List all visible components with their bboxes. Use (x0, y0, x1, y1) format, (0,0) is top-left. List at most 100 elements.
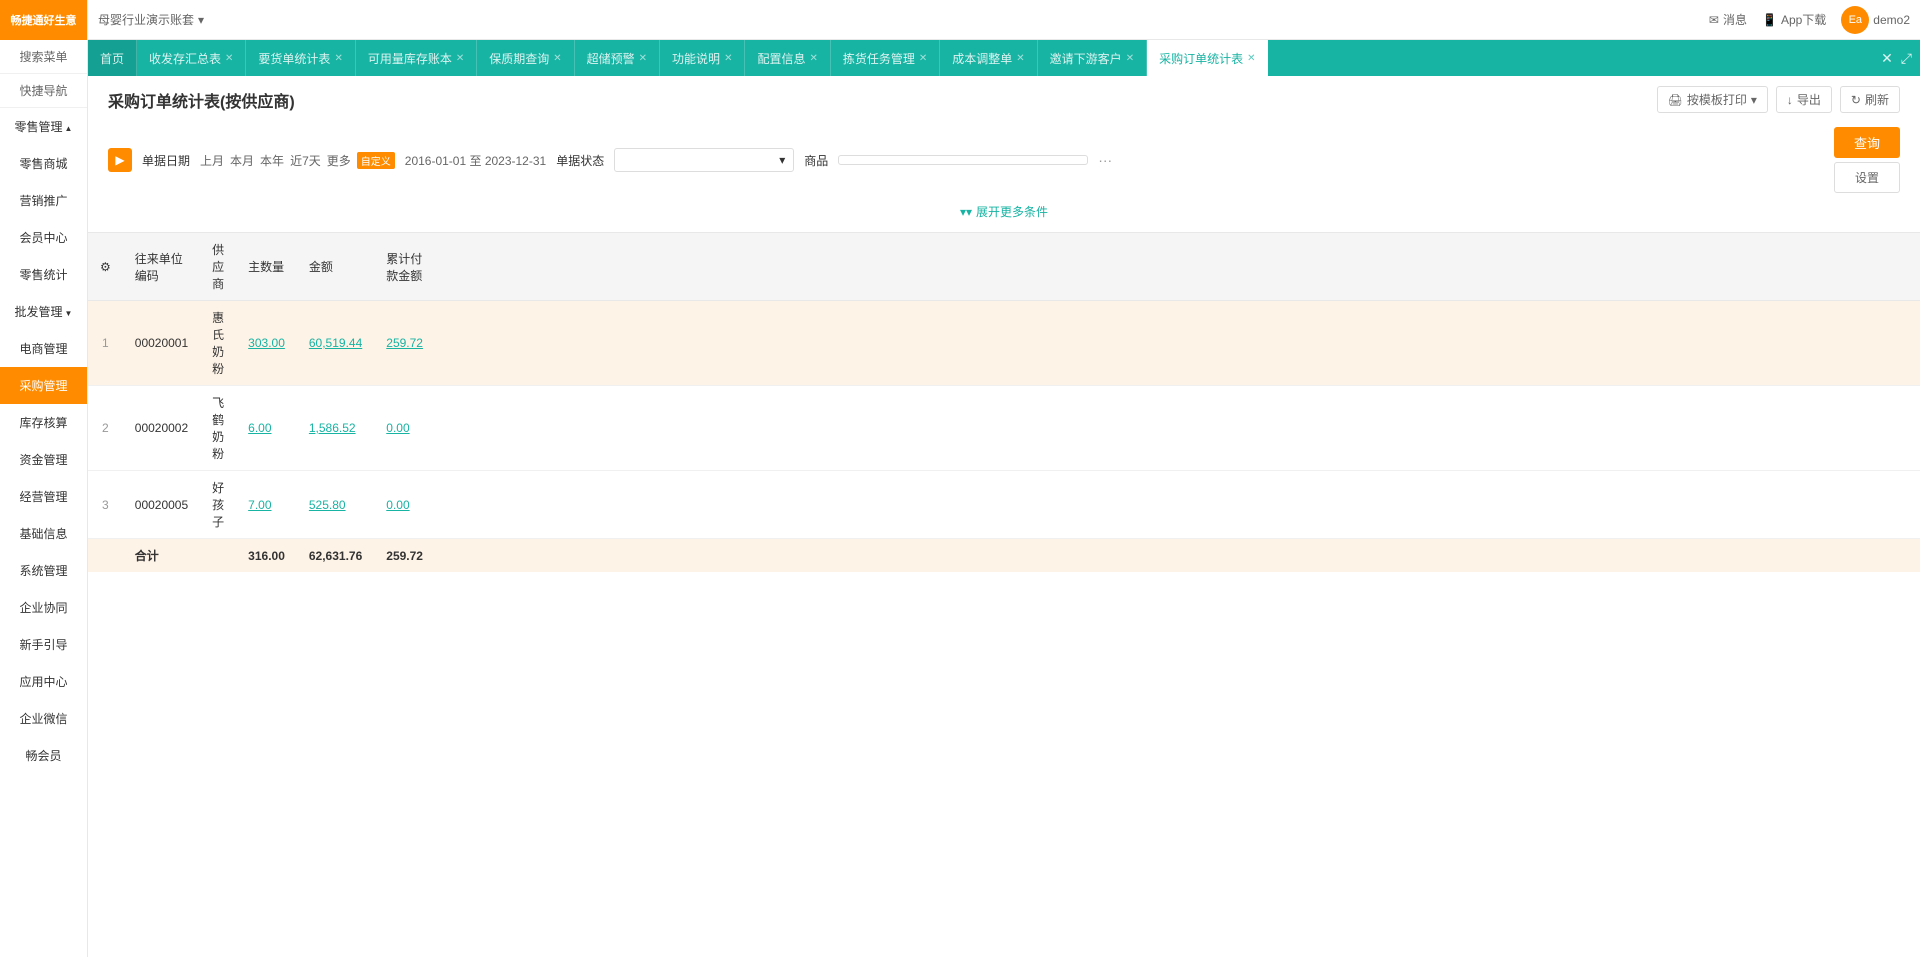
search-menu-item[interactable]: 搜索菜单 (0, 40, 87, 74)
row-2-qty-link[interactable]: 6.00 (248, 421, 271, 435)
col-settings[interactable]: ⚙ (88, 233, 123, 301)
tab-close-picking-task[interactable]: ✕ (919, 53, 927, 64)
sidebar-item-inventory[interactable]: 库存核算 (0, 404, 87, 441)
table-container: ⚙ 往来单位编码 供应商 主数量 金额 累计付款金额 1 00020001 (88, 233, 1920, 957)
tab-close-overstock-warning[interactable]: ✕ (639, 53, 647, 64)
page-title: 采购订单统计表(按供应商) (108, 88, 295, 112)
message-button[interactable]: ✉ 消息 (1709, 11, 1747, 28)
status-label: 单据状态 (556, 152, 604, 169)
sidebar-item-member[interactable]: 畅会员 (0, 737, 87, 774)
tab-close-goods-stats[interactable]: ✕ (334, 53, 342, 64)
close-tab-btn[interactable]: ✕ (1881, 50, 1893, 67)
export-button[interactable]: ↓ 导出 (1776, 86, 1832, 113)
row-2-amount-link[interactable]: 1,586.52 (309, 421, 356, 435)
sidebar-item-marketing[interactable]: 营销推广 (0, 182, 87, 219)
print-button[interactable]: 🖨 按模板打印 ▾ (1657, 86, 1768, 113)
sidebar-item-purchase-mgmt[interactable]: 采购管理 (0, 367, 87, 404)
sidebar-item-new-guide[interactable]: 新手引导 (0, 626, 87, 663)
page-header: 采购订单统计表(按供应商) 🖨 按模板打印 ▾ ↓ 导出 ↻ 刷新 (88, 76, 1920, 119)
more-filter-icon[interactable]: ··· (1098, 152, 1112, 168)
table-header: ⚙ 往来单位编码 供应商 主数量 金额 累计付款金额 (88, 233, 1920, 301)
tab-config-info[interactable]: 配置信息 ✕ (745, 40, 830, 76)
tab-usable-inventory[interactable]: 可用量库存账本 ✕ (356, 40, 477, 76)
sidebar-item-member-center[interactable]: 会员中心 (0, 219, 87, 256)
tab-close-invite-downstream[interactable]: ✕ (1126, 53, 1134, 64)
setting-button[interactable]: 设置 (1834, 162, 1900, 193)
col-amount: 金额 (297, 233, 374, 301)
tab-close-usable-inventory[interactable]: ✕ (456, 53, 464, 64)
sidebar-item-retail-mgmt[interactable]: 零售管理 (0, 108, 87, 145)
tab-function-desc[interactable]: 功能说明 ✕ (660, 40, 745, 76)
user-menu[interactable]: Ea demo2 (1841, 6, 1910, 34)
message-icon: ✉ (1709, 13, 1719, 27)
tab-close-cost-adjust[interactable]: ✕ (1016, 53, 1024, 64)
row-2-paid-link[interactable]: 0.00 (386, 421, 409, 435)
row-3-extra (435, 471, 1920, 539)
message-label: 消息 (1723, 11, 1747, 28)
query-button[interactable]: 查询 (1834, 127, 1900, 158)
date-this-month[interactable]: 本月 (230, 152, 254, 169)
col-main-qty: 主数量 (236, 233, 297, 301)
tab-close-config-info[interactable]: ✕ (809, 53, 817, 64)
tab-invite-downstream[interactable]: 邀请下游客户 ✕ (1038, 40, 1147, 76)
sidebar-item-enterprise-wechat[interactable]: 企业微信 (0, 700, 87, 737)
tab-close-purchase-order-stats[interactable]: ✕ (1247, 53, 1255, 64)
tab-close-collect-send[interactable]: ✕ (225, 53, 233, 64)
row-3-qty-link[interactable]: 7.00 (248, 498, 271, 512)
filter-toggle-btn[interactable]: ▶ (108, 148, 132, 172)
sidebar-item-finance[interactable]: 资金管理 (0, 441, 87, 478)
sidebar-item-basic-info[interactable]: 基础信息 (0, 515, 87, 552)
tab-cost-adjust[interactable]: 成本调整单 ✕ (940, 40, 1037, 76)
tab-close-expiry-query[interactable]: ✕ (553, 53, 561, 64)
date-more[interactable]: 更多 (327, 152, 351, 169)
footer-main-qty: 316.00 (236, 539, 297, 573)
tab-home[interactable]: 首页 (88, 40, 137, 76)
tab-picking-task[interactable]: 拣货任务管理 ✕ (831, 40, 940, 76)
download-icon: 📱 (1762, 13, 1777, 27)
table-row[interactable]: 2 00020002 飞鹤奶粉 6.00 1,586.52 0.00 (88, 386, 1920, 471)
refresh-button[interactable]: ↻ 刷新 (1840, 86, 1900, 113)
quick-nav-item[interactable]: 快捷导航 (0, 74, 87, 108)
sidebar-item-retail-mall[interactable]: 零售商城 (0, 145, 87, 182)
row-3-paid-link[interactable]: 0.00 (386, 498, 409, 512)
maximize-tab-btn[interactable]: ⤢ (1901, 50, 1912, 67)
table-row[interactable]: 1 00020001 惠氏奶粉 303.00 60,519.44 259.72 (88, 301, 1920, 386)
app-download-button[interactable]: 📱 App下载 (1762, 11, 1826, 28)
row-2-paid-amount: 0.00 (374, 386, 435, 471)
footer-label: 合计 (123, 539, 236, 573)
status-select[interactable]: ▾ (614, 148, 794, 172)
footer-amount: 62,631.76 (297, 539, 374, 573)
expand-more-btn[interactable]: ▾▾ 展开更多条件 (108, 199, 1900, 224)
date-range-display[interactable]: 2016-01-01 至 2023-12-31 (405, 152, 546, 169)
date-7days[interactable]: 近7天 (290, 152, 321, 169)
page-actions: 🖨 按模板打印 ▾ ↓ 导出 ↻ 刷新 (1657, 86, 1900, 113)
sidebar-item-system-mgmt[interactable]: 系统管理 (0, 552, 87, 589)
tab-collect-send[interactable]: 收发存汇总表 ✕ (137, 40, 246, 76)
tab-goods-stats[interactable]: 要货单统计表 ✕ (246, 40, 355, 76)
sidebar-item-operations[interactable]: 经营管理 (0, 478, 87, 515)
sidebar-item-wholesale-mgmt[interactable]: 批发管理 (0, 293, 87, 330)
sidebar-item-app-center[interactable]: 应用中心 (0, 663, 87, 700)
sidebar-item-ecommerce[interactable]: 电商管理 (0, 330, 87, 367)
date-this-year[interactable]: 本年 (260, 152, 284, 169)
tab-purchase-order-stats[interactable]: 采购订单统计表 ✕ (1147, 40, 1268, 76)
sidebar-item-retail-stats[interactable]: 零售统计 (0, 256, 87, 293)
company-selector[interactable]: 母婴行业演示账套 ▾ (98, 11, 204, 28)
row-3-amount-link[interactable]: 525.80 (309, 498, 346, 512)
row-1-paid-link[interactable]: 259.72 (386, 336, 423, 350)
row-1-qty-link[interactable]: 303.00 (248, 336, 285, 350)
date-last-month[interactable]: 上月 (200, 152, 224, 169)
tab-expiry-query[interactable]: 保质期查询 ✕ (477, 40, 574, 76)
sidebar-item-enterprise[interactable]: 企业协同 (0, 589, 87, 626)
row-3-amount: 525.80 (297, 471, 374, 539)
expand-icon: ▾▾ (960, 205, 972, 219)
tab-close-function-desc[interactable]: ✕ (724, 53, 732, 64)
tab-overstock-warning[interactable]: 超储预警 ✕ (575, 40, 660, 76)
row-1-main-qty: 303.00 (236, 301, 297, 386)
table-row[interactable]: 3 00020005 好孩子 7.00 525.80 0.00 (88, 471, 1920, 539)
col-supplier: 供应商 (200, 233, 236, 301)
export-icon: ↓ (1787, 93, 1793, 107)
goods-input[interactable] (838, 155, 1088, 165)
row-1-amount-link[interactable]: 60,519.44 (309, 336, 362, 350)
table-footer: 合计 316.00 62,631.76 259.72 (88, 539, 1920, 573)
